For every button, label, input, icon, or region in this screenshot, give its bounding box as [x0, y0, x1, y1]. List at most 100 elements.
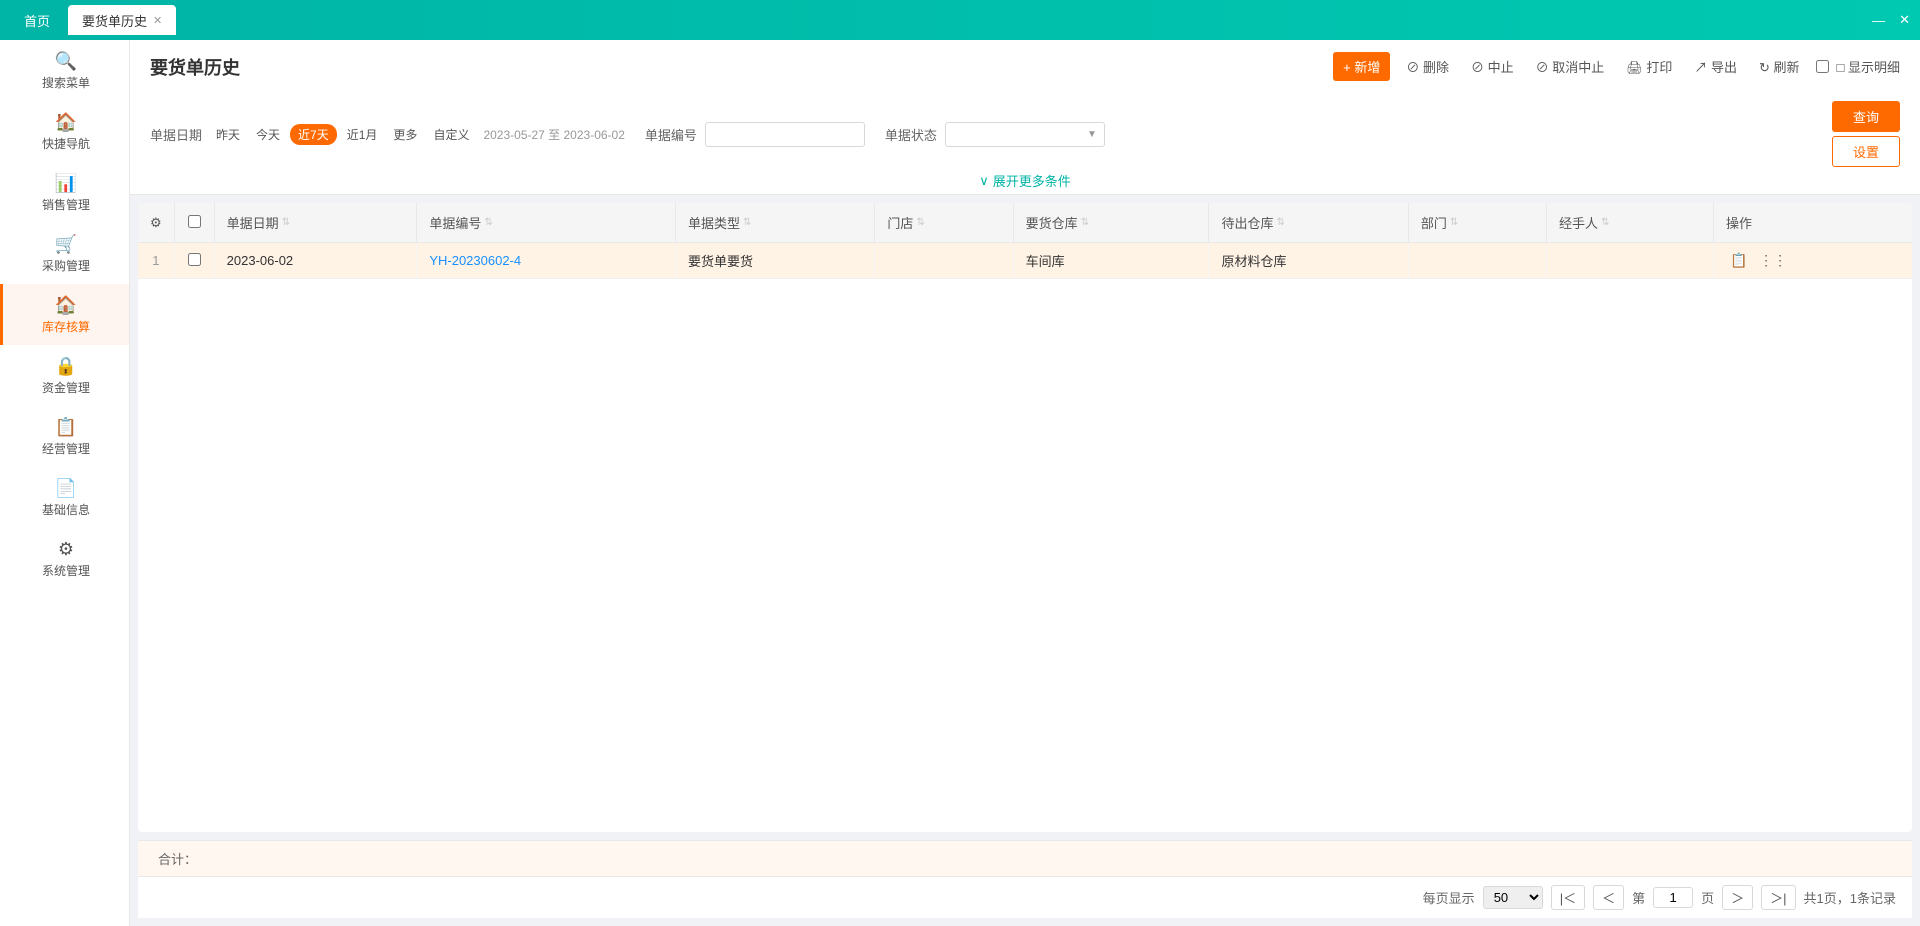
sidebar-label-search-menu: 搜索菜单 — [42, 74, 90, 91]
current-page-input[interactable] — [1653, 887, 1693, 908]
sidebar-label-quick-nav: 快捷导航 — [42, 135, 90, 152]
doc-status-select[interactable] — [945, 122, 1105, 147]
th-doc-number[interactable]: 单据编号 ⇅ — [417, 203, 676, 243]
display-detail-checkbox[interactable] — [1816, 60, 1829, 73]
cancel-stop-button[interactable]: ⊘ 取消中止 — [1530, 52, 1611, 81]
export-button[interactable]: ↗ 导出 — [1688, 52, 1743, 81]
th-store[interactable]: 门店 ⇅ — [875, 203, 1013, 243]
td-req-warehouse: 车间库 — [1013, 243, 1209, 279]
doc-number-link[interactable]: YH-20230602-4 — [429, 253, 521, 268]
sidebar-label-basic-info: 基础信息 — [42, 501, 90, 518]
td-date: 2023-06-02 — [214, 243, 417, 279]
sidebar-item-sales-mgmt[interactable]: 📊 销售管理 — [0, 162, 129, 223]
filter-area: 单据日期 昨天 今天 近7天 近1月 更多 自定义 2023-05-27 至 2… — [150, 91, 1900, 194]
sales-mgmt-icon: 📊 — [55, 174, 77, 192]
sort-handler-icon: ⇅ — [1601, 217, 1609, 228]
date-btn-custom[interactable]: 自定义 — [427, 124, 475, 145]
date-range-display: 2023-05-27 至 2023-06-02 — [483, 126, 624, 143]
date-btn-1month[interactable]: 近1月 — [341, 124, 384, 145]
td-doc-type: 要货单要货 — [676, 243, 875, 279]
first-page-button[interactable]: |＜ — [1551, 885, 1585, 910]
td-num: 1 — [138, 243, 174, 279]
td-doc-number[interactable]: YH-20230602-4 — [417, 243, 676, 279]
tab-close-icon[interactable]: ✕ — [153, 14, 162, 27]
th-checkbox[interactable] — [174, 203, 214, 243]
last-page-button[interactable]: ＞| — [1761, 885, 1795, 910]
query-button[interactable]: 查询 — [1832, 101, 1900, 132]
page-prefix-label: 第 — [1632, 888, 1645, 907]
th-doc-type[interactable]: 单据类型 ⇅ — [676, 203, 875, 243]
new-button[interactable]: + 新增 — [1333, 52, 1390, 81]
th-date[interactable]: 单据日期 ⇅ — [214, 203, 417, 243]
date-btn-more[interactable]: 更多 — [387, 124, 423, 145]
table-body: 1 2023-06-02 YH-20230602-4 要货单要货 车间库 原材料… — [138, 243, 1912, 279]
th-handler[interactable]: 经手人 ⇅ — [1547, 203, 1714, 243]
table-header-row: ⚙ 单据日期 ⇅ 单据编号 — [138, 203, 1912, 243]
display-detail-toggle[interactable]: □ 显示明细 — [1816, 57, 1900, 76]
sidebar-item-system-mgmt[interactable]: ⚙ 系统管理 — [0, 528, 129, 589]
row-checkbox[interactable] — [188, 253, 201, 266]
table-footer: 合计： — [138, 840, 1912, 876]
prev-page-button[interactable]: ＜ — [1593, 885, 1624, 910]
th-department[interactable]: 部门 ⇅ — [1408, 203, 1546, 243]
sidebar-item-search-menu[interactable]: 🔍 搜索菜单 — [0, 40, 129, 101]
date-btn-7days[interactable]: 近7天 — [290, 124, 337, 145]
sidebar-item-operation-mgmt[interactable]: 📋 经营管理 — [0, 406, 129, 467]
date-buttons: 昨天 今天 近7天 近1月 更多 自定义 — [210, 124, 475, 145]
refresh-button[interactable]: ↻ 刷新 — [1753, 52, 1806, 81]
system-mgmt-icon: ⚙ — [58, 540, 74, 558]
doc-status-filter-group: 单据状态 ▼ — [885, 122, 1105, 147]
sidebar-item-purchase-mgmt[interactable]: 🛒 采购管理 — [0, 223, 129, 284]
setting-button[interactable]: 设置 — [1832, 136, 1900, 167]
doc-number-label: 单据编号 — [645, 125, 697, 144]
th-pending-warehouse[interactable]: 待出仓库 ⇅ — [1209, 203, 1408, 243]
sidebar-item-quick-nav[interactable]: 🏠 快捷导航 — [0, 101, 129, 162]
date-btn-today[interactable]: 今天 — [250, 124, 286, 145]
tab-home-label: 首页 — [24, 11, 50, 30]
print-button[interactable]: 🖨 打印 — [1620, 52, 1678, 81]
td-department — [1408, 243, 1546, 279]
sort-store-icon: ⇅ — [916, 217, 924, 228]
td-operation: 📋 ⋮⋮ — [1714, 243, 1912, 279]
per-page-select[interactable]: 50 10 20 100 — [1483, 886, 1543, 909]
td-handler — [1547, 243, 1714, 279]
sort-department-icon: ⇅ — [1450, 217, 1458, 228]
sidebar-label-capital-mgmt: 资金管理 — [42, 379, 90, 396]
top-bar: 首页 要货单历史 ✕ — ✕ — [0, 0, 1920, 40]
quick-nav-icon: 🏠 — [55, 113, 77, 131]
stop-button[interactable]: ⊘ 中止 — [1465, 52, 1520, 81]
edit-icon[interactable]: 📋 — [1726, 250, 1751, 270]
next-page-button[interactable]: ＞ — [1722, 885, 1753, 910]
sidebar-item-capital-mgmt[interactable]: 🔒 资金管理 — [0, 345, 129, 406]
content-area: 要货单历史 + 新增 ⊘ 删除 ⊘ 中止 ⊘ 取消中止 🖨 打印 ↗ 导出 ↻ … — [130, 40, 1920, 926]
tab-requisition-history-label: 要货单历史 — [82, 11, 147, 30]
sidebar-label-sales-mgmt: 销售管理 — [42, 196, 90, 213]
tab-requisition-history[interactable]: 要货单历史 ✕ — [68, 5, 176, 35]
delete-button[interactable]: ⊘ 删除 — [1400, 52, 1455, 81]
sidebar-label-inventory-accounting: 库存核算 — [42, 318, 90, 335]
th-req-warehouse[interactable]: 要货仓库 ⇅ — [1013, 203, 1209, 243]
filter-actions: 查询 设置 — [1832, 101, 1900, 167]
tab-home[interactable]: 首页 — [10, 5, 64, 35]
sidebar-item-basic-info[interactable]: 📄 基础信息 — [0, 467, 129, 528]
th-settings[interactable]: ⚙ — [138, 203, 174, 243]
window-close[interactable]: ✕ — [1899, 12, 1910, 28]
sidebar-item-inventory-accounting[interactable]: 🏠 库存核算 — [0, 284, 129, 345]
select-all-checkbox[interactable] — [188, 215, 201, 228]
td-checkbox[interactable] — [174, 243, 214, 279]
sort-docnumber-icon: ⇅ — [484, 217, 492, 228]
sidebar: 🔍 搜索菜单 🏠 快捷导航 📊 销售管理 🛒 采购管理 🏠 库存核算 🔒 资金管… — [0, 40, 130, 926]
doc-status-label: 单据状态 — [885, 125, 937, 144]
sidebar-label-purchase-mgmt: 采购管理 — [42, 257, 90, 274]
date-btn-yesterday[interactable]: 昨天 — [210, 124, 246, 145]
date-filter-group: 单据日期 昨天 今天 近7天 近1月 更多 自定义 2023-05-27 至 2… — [150, 124, 625, 145]
window-minimize[interactable]: — — [1872, 13, 1885, 28]
expand-more-btn[interactable]: ∨ 展开更多条件 — [150, 167, 1900, 194]
doc-number-input[interactable] — [705, 122, 865, 147]
more-icon[interactable]: ⋮⋮ — [1755, 250, 1791, 270]
doc-status-select-wrapper: ▼ — [945, 122, 1105, 147]
table-wrapper: ⚙ 单据日期 ⇅ 单据编号 — [138, 203, 1912, 832]
main-layout: 🔍 搜索菜单 🏠 快捷导航 📊 销售管理 🛒 采购管理 🏠 库存核算 🔒 资金管… — [0, 40, 1920, 926]
expand-more-icon: ∨ — [979, 173, 989, 189]
toolbar: + 新增 ⊘ 删除 ⊘ 中止 ⊘ 取消中止 🖨 打印 ↗ 导出 ↻ 刷新 □ 显… — [1333, 52, 1900, 81]
